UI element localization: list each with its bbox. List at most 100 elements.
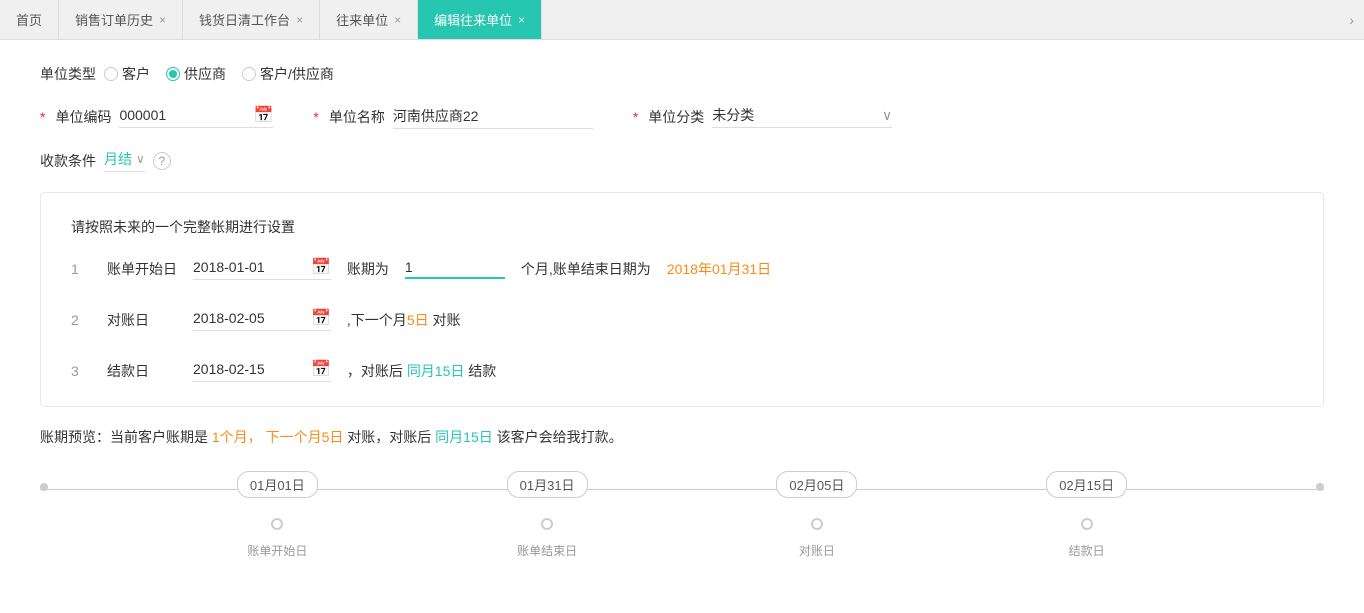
radio-customer-label: 客户 — [122, 64, 150, 84]
preview-text: 账期预览：当前客户账期是 1个月， 下一个月5日 对账，对账后 同月15日 该客… — [40, 427, 1324, 447]
month-input-wrapper — [405, 259, 505, 279]
unit-code-input[interactable] — [119, 107, 249, 123]
timeline-bubble-2: 02月05日 — [776, 471, 857, 498]
unit-name-star: * — [313, 109, 318, 125]
timeline-point-0: 01月01日 账单开始日 — [237, 471, 318, 559]
unit-code-group: * 单位编码 📅 — [40, 105, 273, 128]
unit-name-group: * 单位名称 — [313, 104, 592, 129]
timeline-label-1: 账单结束日 — [517, 542, 577, 559]
tab-bar: 首页 销售订单历史 × 钱货日清工作台 × 往来单位 × 编辑往来单位 × › — [0, 0, 1364, 40]
timeline-wrapper: 01月01日 账单开始日 01月31日 账单结束日 02月05日 对账日 02月… — [40, 471, 1324, 589]
unit-info-row: * 单位编码 📅 * 单位名称 * 单位分类 未分类 ∨ — [40, 104, 1324, 129]
period-calendar-icon-2[interactable]: 📅 — [311, 308, 331, 328]
period-field-label-2: 对账日 — [107, 310, 177, 330]
unit-class-group: * 单位分类 未分类 ∨ — [633, 105, 892, 128]
period-box-title: 请按照未来的一个完整帐期进行设置 — [71, 217, 1293, 237]
unit-class-star: * — [633, 109, 638, 125]
tab-sales-label: 销售订单历史 — [75, 10, 153, 29]
payment-condition-arrow-icon: ∨ — [136, 152, 145, 166]
period-date-input-3[interactable] — [193, 361, 303, 377]
period-end-date-1: 2018年01月31日 — [667, 259, 771, 279]
period-row-3: 3 结款日 📅 ，对账后 同月15日 结款 — [71, 359, 1293, 382]
unit-name-input[interactable] — [393, 104, 593, 129]
timeline-left-endpoint — [40, 483, 48, 491]
main-content: 单位类型 客户 供应商 客户/供应商 — [0, 40, 1364, 613]
period-calendar-icon-1[interactable]: 📅 — [311, 257, 331, 277]
help-symbol: ? — [158, 154, 165, 168]
unit-name-label: 单位名称 — [329, 107, 385, 127]
expand-icon: › — [1349, 12, 1354, 28]
period-date-input-1[interactable] — [193, 259, 303, 275]
radio-cs-circle — [242, 67, 256, 81]
preview-payment: 同月15日 — [435, 429, 493, 445]
period-date-1: 📅 — [193, 257, 331, 280]
period-hint-suffix-1: 个月,账单结束日期为 — [521, 259, 651, 279]
close-cash-icon[interactable]: × — [296, 13, 303, 27]
radio-customer-supplier[interactable]: 客户/供应商 — [242, 64, 334, 84]
timeline-points: 01月01日 账单开始日 01月31日 账单结束日 02月05日 对账日 02月… — [40, 471, 1324, 559]
timeline-bubble-1: 01月31日 — [507, 471, 588, 498]
tab-partner-unit[interactable]: 往来单位 × — [320, 0, 418, 39]
payment-condition-group: 收款条件 月结 ∨ ? — [40, 149, 171, 172]
tab-sales-order-history[interactable]: 销售订单历史 × — [59, 0, 183, 39]
payment-condition-label: 收款条件 — [40, 151, 96, 171]
tab-edit-partner-unit[interactable]: 编辑往来单位 × — [418, 0, 542, 39]
unit-class-select[interactable]: 未分类 ∨ — [712, 105, 892, 128]
radio-customer[interactable]: 客户 — [104, 64, 150, 84]
timeline-dot-0 — [271, 518, 283, 530]
period-num-2: 2 — [71, 312, 91, 328]
unit-code-input-wrapper: 📅 — [119, 105, 273, 128]
timeline-dot-1 — [541, 518, 553, 530]
timeline-point-1: 01月31日 账单结束日 — [507, 471, 588, 559]
radio-cs-label: 客户/供应商 — [260, 64, 334, 84]
reconcile-day-highlight: 5日 — [407, 312, 429, 328]
month-input[interactable] — [405, 259, 505, 275]
close-edit-partner-icon[interactable]: × — [518, 13, 525, 27]
close-partner-icon[interactable]: × — [394, 13, 401, 27]
payment-day-highlight: 同月15日 — [407, 363, 465, 379]
unit-class-value: 未分类 — [712, 105, 878, 125]
timeline-right-endpoint — [1316, 483, 1324, 491]
tab-cash-label: 钱货日清工作台 — [199, 10, 290, 29]
payment-condition-row: 收款条件 月结 ∨ ? — [40, 149, 1324, 172]
timeline-label-3: 结款日 — [1069, 542, 1105, 559]
preview-prefix: 账期预览：当前客户账期是 — [40, 429, 208, 445]
radio-supplier[interactable]: 供应商 — [166, 64, 226, 84]
radio-customer-circle — [104, 67, 118, 81]
period-date-2: 📅 — [193, 308, 331, 331]
period-num-1: 1 — [71, 261, 91, 277]
timeline-label-2: 对账日 — [799, 542, 835, 559]
close-sales-icon[interactable]: × — [159, 13, 166, 27]
unit-class-arrow-icon: ∨ — [882, 107, 892, 124]
timeline-dot-3 — [1081, 518, 1093, 530]
timeline-bubble-0: 01月01日 — [237, 471, 318, 498]
period-hint-prefix-1: 账期为 — [347, 259, 389, 279]
unit-code-calendar-icon[interactable]: 📅 — [253, 105, 273, 125]
payment-condition-value: 月结 — [104, 149, 132, 169]
period-calendar-icon-3[interactable]: 📅 — [311, 359, 331, 379]
period-date-input-2[interactable] — [193, 310, 303, 326]
radio-supplier-inner — [169, 70, 177, 78]
period-row-2: 2 对账日 📅 ,下一个月5日 对账 — [71, 308, 1293, 331]
period-field-label-1: 账单开始日 — [107, 259, 177, 279]
tab-expand-button[interactable]: › — [1339, 0, 1364, 39]
tab-cash-work[interactable]: 钱货日清工作台 × — [183, 0, 320, 39]
period-row-1: 1 账单开始日 📅 账期为 个月,账单结束日期为 2018年01月31日 — [71, 257, 1293, 280]
preview-middle: 对账，对账后 — [347, 429, 431, 445]
tab-home[interactable]: 首页 — [0, 0, 59, 39]
timeline-label-0: 账单开始日 — [247, 542, 307, 559]
period-date-3: 📅 — [193, 359, 331, 382]
payment-condition-select[interactable]: 月结 ∨ — [104, 149, 145, 172]
period-hint-row-2: ,下一个月5日 对账 — [347, 310, 461, 330]
tab-edit-partner-label: 编辑往来单位 — [434, 10, 512, 29]
tab-home-label: 首页 — [16, 10, 42, 29]
timeline-bubble-3: 02月15日 — [1046, 471, 1127, 498]
tab-partner-label: 往来单位 — [336, 10, 388, 29]
radio-supplier-circle — [166, 67, 180, 81]
period-num-3: 3 — [71, 363, 91, 379]
unit-code-star: * — [40, 109, 45, 125]
preview-suffix: 该客户会给我打款。 — [497, 429, 623, 445]
unit-code-label: 单位编码 — [55, 107, 111, 127]
unit-type-row: 单位类型 客户 供应商 客户/供应商 — [40, 64, 1324, 84]
payment-help-icon[interactable]: ? — [153, 152, 171, 170]
